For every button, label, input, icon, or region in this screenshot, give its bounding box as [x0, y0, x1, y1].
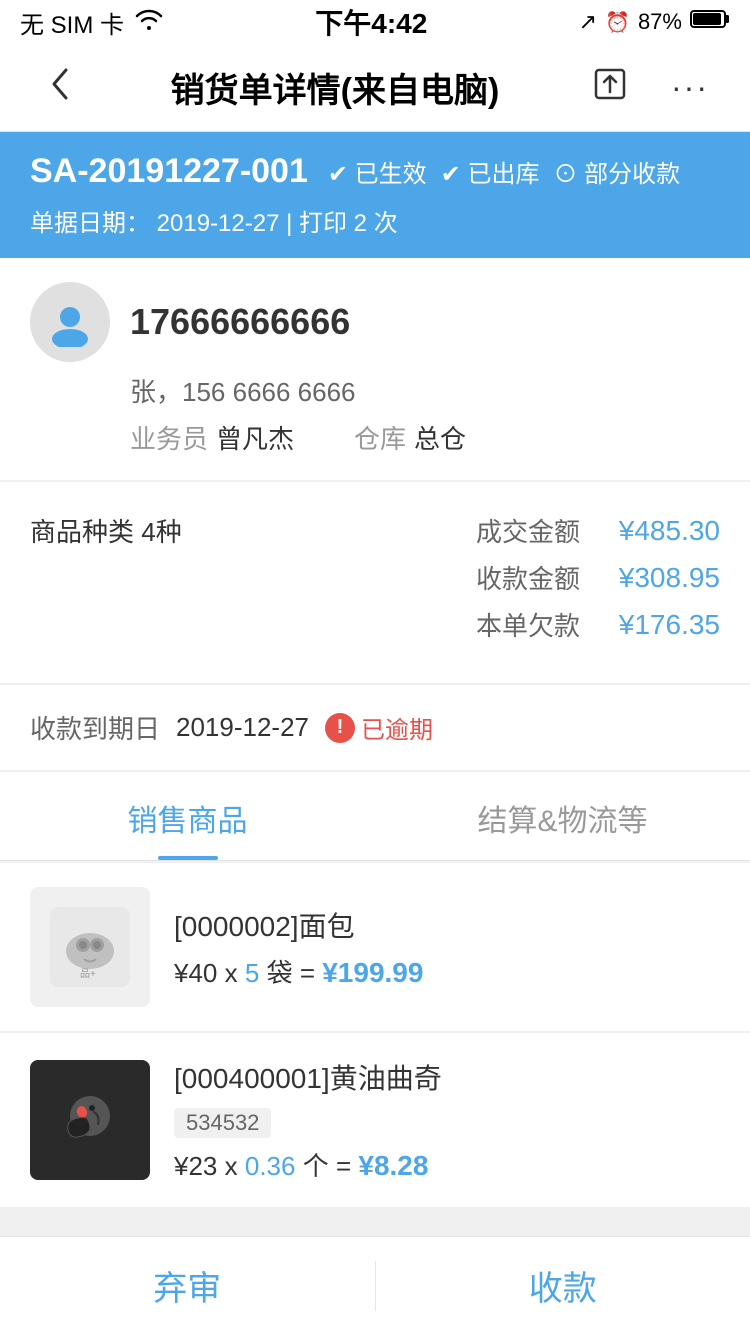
order-banner: SA-20191227-001 ✔ 已生效 ✔ 已出库 ⊙ 部分收款 单据日期：…	[0, 132, 750, 258]
product-name-bread: [0000002]面包	[174, 905, 720, 945]
customer-phone: 17666666666	[130, 301, 350, 343]
status-bar-right: ↗ ⏰ 87%	[579, 8, 730, 36]
summary-section: 商品种类 4种 成交金额 ¥485.30 收款金额 ¥308.95 本单欠款 ¥…	[0, 482, 750, 683]
salesperson-item: 业务员 曾凡杰	[130, 419, 294, 456]
customer-meta: 业务员 曾凡杰 仓库 总仓	[30, 419, 720, 456]
share-button[interactable]	[580, 66, 640, 109]
bread-qty: 5	[245, 958, 259, 988]
collect-payment-button[interactable]: 收款	[376, 1237, 750, 1334]
summary-left: 商品种类 4种	[30, 512, 182, 653]
status-partial: ⊙ 部分收款	[553, 154, 680, 189]
cookie-multiply: x	[225, 1151, 245, 1181]
overdue-badge: ! 已逾期	[325, 710, 433, 745]
nav-bar: 销货单详情(来自电脑) ···	[0, 44, 750, 132]
nav-right-buttons: ···	[580, 66, 720, 109]
bread-equals: =	[300, 958, 322, 988]
tab-settlement-logistics[interactable]: 结算&物流等	[375, 772, 750, 860]
due-amount-value: ¥176.35	[600, 609, 720, 641]
cookie-total: ¥8.28	[358, 1150, 428, 1181]
status-badges: ✔ 已生效 ✔ 已出库 ⊙ 部分收款	[328, 154, 680, 189]
carrier-text: 无 SIM 卡	[20, 5, 124, 40]
product-type-item: 商品种类 4种	[30, 512, 182, 549]
order-meta: 单据日期： 2019-12-27 | 打印 2 次	[30, 203, 720, 238]
overdue-icon: !	[325, 713, 355, 743]
customer-row: 17666666666	[30, 282, 720, 362]
page-title: 销货单详情(来自电脑)	[90, 63, 580, 112]
received-row: 收款金额 ¥308.95	[476, 559, 720, 596]
received-label: 收款金额	[476, 559, 580, 596]
status-bar: 无 SIM 卡 下午4:42 ↗ ⏰ 87%	[0, 0, 750, 44]
location-icon: ↗	[579, 9, 597, 35]
tab-settlement-logistics-label: 结算&物流等	[477, 805, 647, 838]
due-section: 收款到期日 2019-12-27 ! 已逾期	[0, 685, 750, 770]
tabs-section: 销售商品 结算&物流等	[0, 772, 750, 861]
product-item-cookie: [000400001]黄油曲奇 534532 ¥23 x 0.36 个 = ¥8…	[0, 1033, 750, 1207]
cancel-review-button[interactable]: 弃审	[0, 1237, 375, 1334]
product-type-label: 商品种类	[30, 517, 134, 547]
warehouse-label: 仓库	[354, 419, 406, 456]
product-item: 品+ [0000002]面包 ¥40 x 5 袋 = ¥199.99	[0, 863, 750, 1031]
bottom-bar: 弃审 收款	[0, 1236, 750, 1334]
due-date-label: 收款到期日	[30, 709, 160, 746]
products-section: 品+ [0000002]面包 ¥40 x 5 袋 = ¥199.99	[0, 863, 750, 1207]
bread-total: ¥199.99	[322, 957, 423, 988]
customer-contact: 张，156 6666 6666	[30, 372, 720, 409]
product-price-cookie: ¥23 x 0.36 个 = ¥8.28	[174, 1146, 720, 1183]
cookie-qty: 0.36	[245, 1151, 296, 1181]
tab-sales-products[interactable]: 销售商品	[0, 772, 375, 860]
amount-value: ¥485.30	[600, 515, 720, 547]
more-button[interactable]: ···	[660, 69, 720, 106]
order-meta-separator: |	[286, 210, 299, 237]
status-bar-left: 无 SIM 卡	[20, 5, 164, 40]
battery-icon	[690, 8, 730, 36]
avatar	[30, 282, 110, 362]
tab-sales-products-label: 销售商品	[128, 805, 248, 838]
summary-right: 成交金额 ¥485.30 收款金额 ¥308.95 本单欠款 ¥176.35	[476, 512, 720, 653]
due-amount-row: 本单欠款 ¥176.35	[476, 606, 720, 643]
product-type-value: 4种	[141, 517, 181, 547]
warehouse-value: 总仓	[414, 419, 466, 456]
cookie-equals: =	[336, 1151, 358, 1181]
overdue-text: 已逾期	[361, 710, 433, 745]
product-image-cookie	[30, 1060, 150, 1180]
cookie-unit: 个	[303, 1151, 329, 1181]
alarm-icon: ⏰	[605, 10, 630, 35]
received-value: ¥308.95	[600, 562, 720, 594]
amount-row: 成交金额 ¥485.30	[476, 512, 720, 549]
battery-text: 87%	[638, 9, 682, 35]
product-image-bread: 品+	[30, 887, 150, 1007]
product-sku-cookie: 534532	[174, 1108, 271, 1138]
product-price-bread: ¥40 x 5 袋 = ¥199.99	[174, 953, 720, 990]
status-shipped: ✔ 已出库	[441, 154, 540, 189]
order-meta-date-label: 单据日期：	[30, 210, 150, 237]
back-button[interactable]	[30, 64, 90, 112]
customer-section: 17666666666 张，156 6666 6666 业务员 曾凡杰 仓库 总…	[0, 258, 750, 480]
print-info: 打印 2 次	[299, 210, 398, 237]
warehouse-item: 仓库 总仓	[354, 419, 466, 456]
bread-price: ¥40	[174, 958, 217, 988]
bread-multiply: x	[225, 958, 245, 988]
status-bar-time: 下午4:42	[315, 2, 427, 42]
salesperson-label: 业务员	[130, 419, 208, 456]
order-date: 2019-12-27	[157, 210, 280, 237]
bread-unit: 袋	[267, 958, 293, 988]
order-id: SA-20191227-001	[30, 152, 308, 191]
svg-text:品+: 品+	[80, 968, 96, 980]
product-info-cookie: [000400001]黄油曲奇 534532 ¥23 x 0.36 个 = ¥8…	[174, 1057, 720, 1183]
due-amount-label: 本单欠款	[476, 606, 580, 643]
product-info-bread: [0000002]面包 ¥40 x 5 袋 = ¥199.99	[174, 905, 720, 990]
wifi-icon	[134, 8, 164, 37]
order-banner-top: SA-20191227-001 ✔ 已生效 ✔ 已出库 ⊙ 部分收款	[30, 152, 720, 191]
amount-label: 成交金额	[476, 512, 580, 549]
cookie-price: ¥23	[174, 1151, 217, 1181]
product-name-cookie: [000400001]黄油曲奇	[174, 1057, 720, 1097]
due-date-value: 2019-12-27	[176, 712, 309, 743]
salesperson-value: 曾凡杰	[216, 419, 294, 456]
status-effected: ✔ 已生效	[328, 154, 427, 189]
